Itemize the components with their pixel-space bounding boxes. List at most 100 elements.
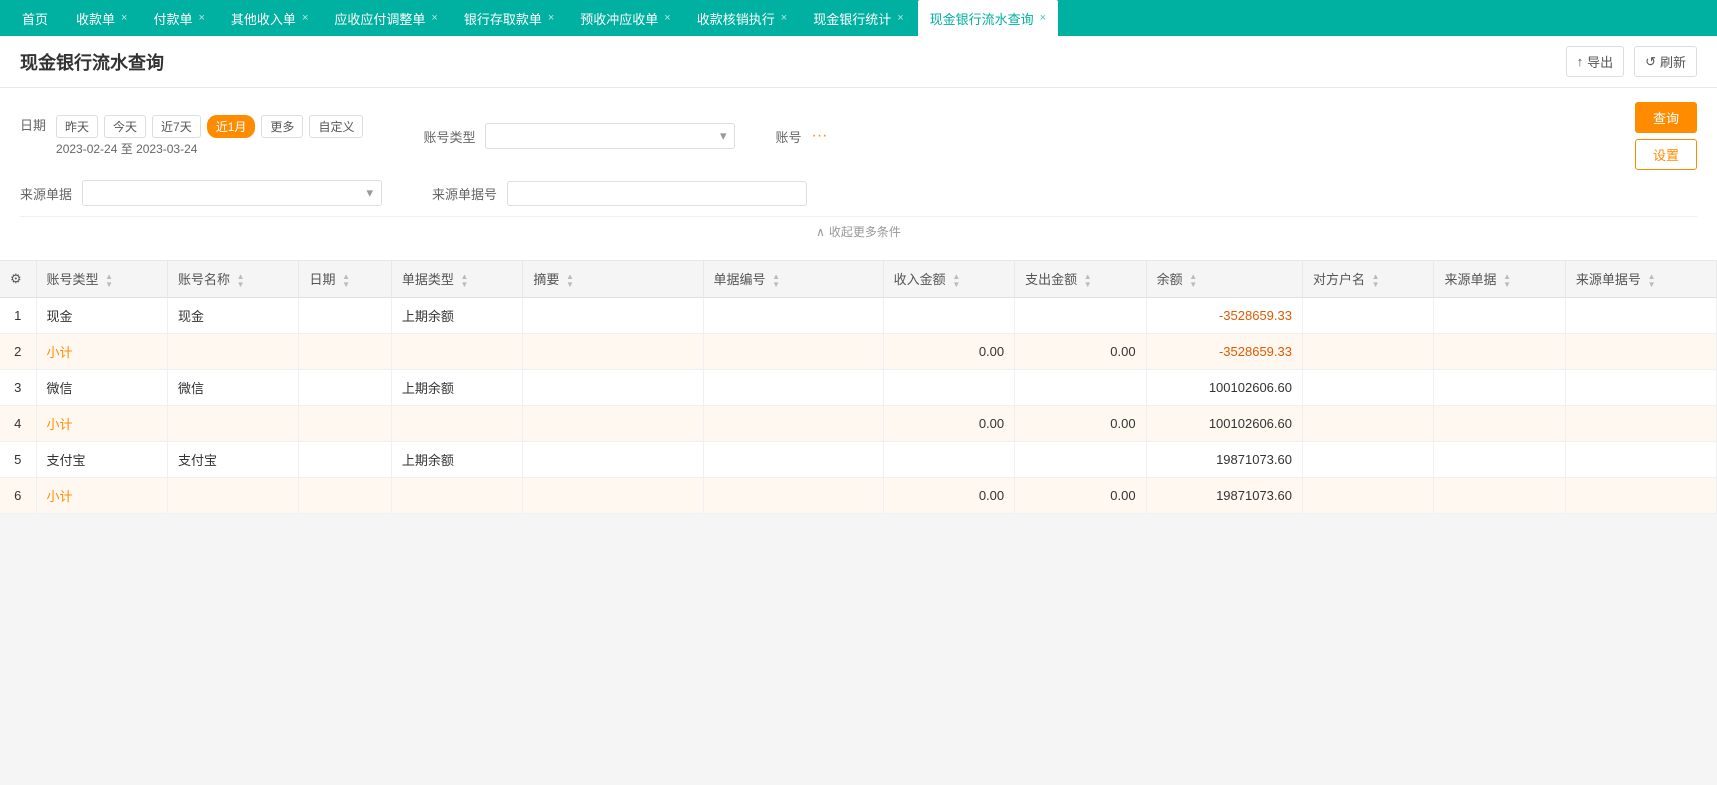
- tab-qitashouru[interactable]: 其他收入单 ×: [219, 0, 320, 36]
- cell-source-doc: [1434, 405, 1565, 441]
- tab-close-xianjinyinhang[interactable]: ×: [897, 12, 903, 24]
- filter-area: 日期 昨天 今天 近7天 近1月 更多 自定义 2023-02-24 至 202…: [0, 88, 1717, 261]
- tab-shoukuan[interactable]: 收款单 ×: [64, 0, 139, 36]
- refresh-button[interactable]: ↺ 刷新: [1634, 46, 1697, 77]
- cell-account-name: 现金: [167, 297, 298, 333]
- source-doc-label: 来源单据: [20, 184, 72, 203]
- date-btn-1month[interactable]: 近1月: [207, 115, 256, 138]
- cell-income: 0.00: [883, 405, 1014, 441]
- table-header: ⚙ 账号类型 ▲▼ 账号名称 ▲▼ 日期 ▲▼ 单据类型 ▲▼: [0, 261, 1717, 297]
- tab-close-yingshoudiaoz[interactable]: ×: [431, 12, 437, 24]
- table-area: ⚙ 账号类型 ▲▼ 账号名称 ▲▼ 日期 ▲▼ 单据类型 ▲▼: [0, 261, 1717, 514]
- cell-doc-no: [703, 297, 883, 333]
- cell-account-type: 微信: [36, 369, 167, 405]
- date-btn-7days[interactable]: 近7天: [152, 115, 201, 138]
- page-header: 现金银行流水查询 ↑ 导出 ↺ 刷新: [0, 36, 1717, 88]
- account-number-label: 账号: [775, 127, 801, 146]
- tab-fukuan[interactable]: 付款单 ×: [141, 0, 216, 36]
- th-account-type[interactable]: 账号类型 ▲▼: [36, 261, 167, 297]
- date-btn-yesterday[interactable]: 昨天: [56, 115, 98, 138]
- tab-close-shoukuan[interactable]: ×: [121, 12, 127, 24]
- th-expense[interactable]: 支出金额 ▲▼: [1015, 261, 1146, 297]
- th-source-doc-no[interactable]: 来源单据号 ▲▼: [1565, 261, 1716, 297]
- cell-index: 6: [0, 477, 36, 513]
- tab-close-liushui[interactable]: ×: [1040, 12, 1046, 24]
- th-account-name[interactable]: 账号名称 ▲▼: [167, 261, 298, 297]
- table-header-row: ⚙ 账号类型 ▲▼ 账号名称 ▲▼ 日期 ▲▼ 单据类型 ▲▼: [0, 261, 1717, 297]
- tab-yinhangcunqu[interactable]: 银行存取款单 ×: [452, 0, 566, 36]
- cell-date: [299, 405, 391, 441]
- cell-source-doc: [1434, 297, 1565, 333]
- th-doc-type[interactable]: 单据类型 ▲▼: [391, 261, 522, 297]
- export-button[interactable]: ↑ 导出: [1566, 46, 1625, 77]
- cell-account-name: 微信: [167, 369, 298, 405]
- nav-home[interactable]: 首页: [8, 9, 62, 28]
- cell-counterpart: [1302, 441, 1433, 477]
- cell-summary: [523, 405, 703, 441]
- sort-account-name-icon: ▲▼: [237, 273, 245, 289]
- collapse-bar[interactable]: ∧ 收起更多条件: [20, 216, 1697, 246]
- source-doc-arrow-icon: ▾: [366, 185, 373, 201]
- tab-xianjinyinhang[interactable]: 现金银行统计 ×: [801, 0, 915, 36]
- cell-date: [299, 369, 391, 405]
- cell-counterpart: [1302, 333, 1433, 369]
- source-doc-no-input[interactable]: [507, 181, 807, 206]
- tab-close-qitashouru[interactable]: ×: [302, 12, 308, 24]
- date-btn-more[interactable]: 更多: [261, 115, 303, 138]
- th-date[interactable]: 日期 ▲▼: [299, 261, 391, 297]
- cell-doc-type: [391, 405, 522, 441]
- th-income[interactable]: 收入金额 ▲▼: [883, 261, 1014, 297]
- tab-close-fukuan[interactable]: ×: [198, 12, 204, 24]
- cell-expense: 0.00: [1015, 477, 1146, 513]
- tab-close-shouhezhixing[interactable]: ×: [781, 12, 787, 24]
- source-doc-select[interactable]: ▾: [82, 180, 382, 206]
- date-btn-custom[interactable]: 自定义: [309, 115, 363, 138]
- cell-account-name: 支付宝: [167, 441, 298, 477]
- cell-balance: 19871073.60: [1146, 441, 1302, 477]
- tab-close-yinhangcunqu[interactable]: ×: [548, 12, 554, 24]
- sort-account-type-icon: ▲▼: [105, 273, 113, 289]
- cell-account-type: 小计: [36, 333, 167, 369]
- th-summary[interactable]: 摘要 ▲▼: [523, 261, 703, 297]
- cell-balance: 100102606.60: [1146, 405, 1302, 441]
- tab-liushui[interactable]: 现金银行流水查询 ×: [918, 0, 1058, 36]
- table-row: 5 支付宝 支付宝 上期余额 19871073.60: [0, 441, 1717, 477]
- source-doc-no-group: 来源单据号: [432, 181, 807, 206]
- cell-doc-no: [703, 369, 883, 405]
- cell-doc-type: 上期余额: [391, 441, 522, 477]
- th-settings[interactable]: ⚙: [0, 261, 36, 297]
- date-btn-today[interactable]: 今天: [104, 115, 146, 138]
- query-button[interactable]: 查询: [1635, 102, 1697, 133]
- tab-yingshoudiaoz[interactable]: 应收应付调整单 ×: [322, 0, 449, 36]
- cell-counterpart: [1302, 369, 1433, 405]
- table-gear-icon[interactable]: ⚙: [10, 271, 22, 286]
- th-source-doc[interactable]: 来源单据 ▲▼: [1434, 261, 1565, 297]
- cell-income: [883, 369, 1014, 405]
- tab-shouhezhixing[interactable]: 收款核销执行 ×: [685, 0, 799, 36]
- settings-button[interactable]: 设置: [1635, 139, 1697, 170]
- account-type-select[interactable]: ▾: [485, 123, 735, 149]
- account-number-dots[interactable]: ···: [811, 127, 827, 145]
- cell-date: [299, 441, 391, 477]
- th-doc-no[interactable]: 单据编号 ▲▼: [703, 261, 883, 297]
- cell-doc-no: [703, 477, 883, 513]
- th-balance[interactable]: 余额 ▲▼: [1146, 261, 1302, 297]
- sort-source-doc-no-icon: ▲▼: [1648, 273, 1656, 289]
- date-filter-group: 日期 昨天 今天 近7天 近1月 更多 自定义 2023-02-24 至 202…: [20, 115, 363, 157]
- table-row: 6 小计 0.00 0.00 19871073.60: [0, 477, 1717, 513]
- account-type-label: 账号类型: [423, 127, 475, 146]
- cell-source-doc-no: [1565, 333, 1716, 369]
- filter-row-1: 日期 昨天 今天 近7天 近1月 更多 自定义 2023-02-24 至 202…: [20, 102, 1697, 170]
- tab-close-yushouzhengying[interactable]: ×: [664, 12, 670, 24]
- cell-account-name: [167, 333, 298, 369]
- cell-counterpart: [1302, 297, 1433, 333]
- th-counterpart[interactable]: 对方户名 ▲▼: [1302, 261, 1433, 297]
- account-type-group: 账号类型 ▾: [423, 123, 735, 149]
- table-row: 1 现金 现金 上期余额 -3528659.33: [0, 297, 1717, 333]
- top-navigation: 首页 收款单 × 付款单 × 其他收入单 × 应收应付调整单 × 银行存取款单 …: [0, 0, 1717, 36]
- tab-yushouzhengying[interactable]: 预收冲应收单 ×: [568, 0, 682, 36]
- source-doc-group: 来源单据 ▾: [20, 180, 382, 206]
- cell-source-doc: [1434, 477, 1565, 513]
- cell-account-type: 支付宝: [36, 441, 167, 477]
- cell-summary: [523, 477, 703, 513]
